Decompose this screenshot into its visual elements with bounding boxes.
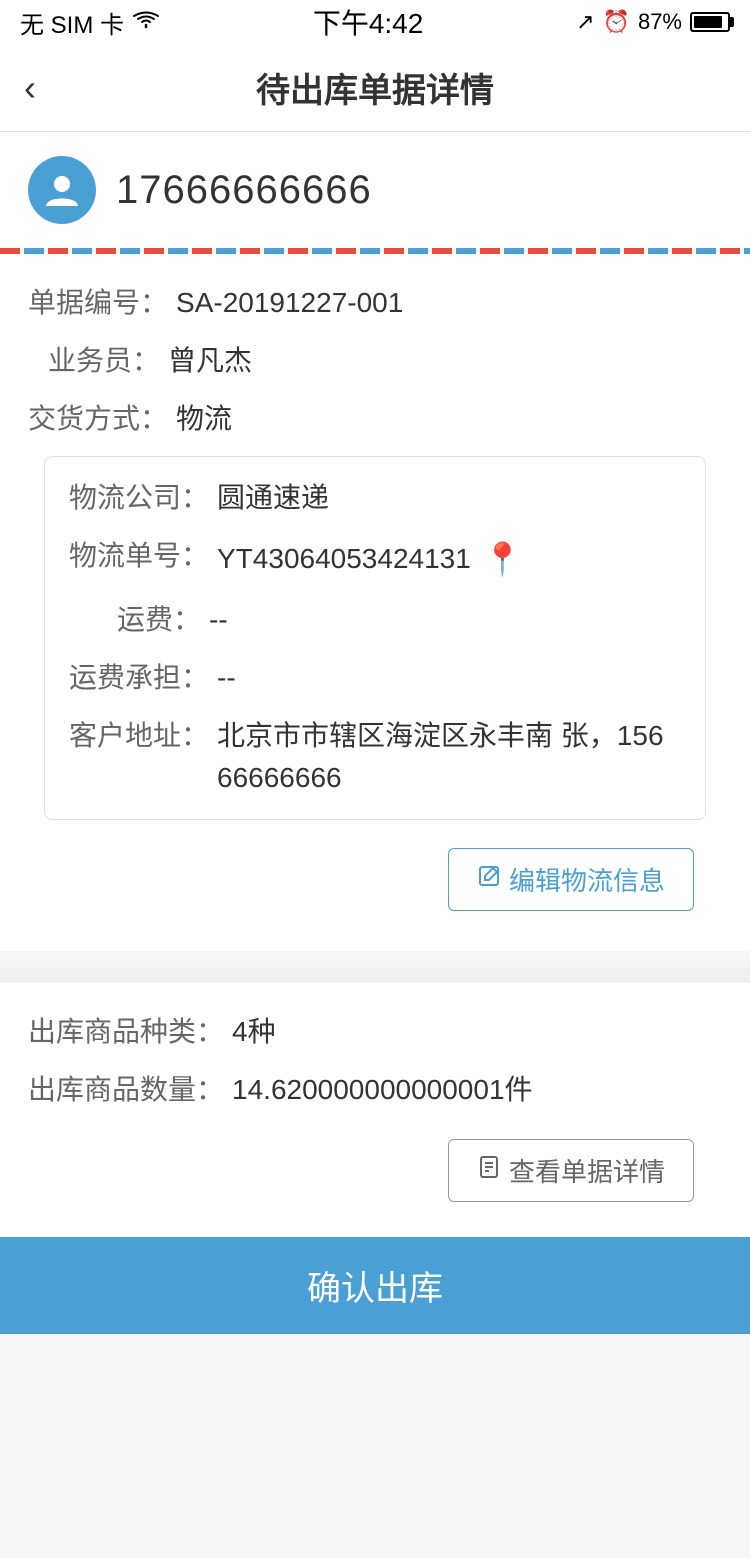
confirm-button[interactable]: 确认出库 (0, 1261, 750, 1310)
view-details-button[interactable]: 查看单据详情 (448, 1139, 694, 1202)
basic-info-section: 单据编号： SA-20191227-001 业务员： 曾凡杰 交货方式： 物流 … (0, 254, 750, 951)
freight-label: 运费： (69, 599, 209, 641)
freight-bearer-row: 运费承担： -- (69, 657, 681, 699)
edit-icon (477, 864, 501, 895)
edit-logistics-button[interactable]: 编辑物流信息 (448, 848, 694, 911)
salesman-value: 曾凡杰 (168, 340, 722, 382)
status-bar: 无 SIM 卡 下午4:42 ↗ ⏰ 87% (0, 0, 750, 44)
tracking-number-value: YT43064053424131 (217, 538, 471, 580)
carrier-text: 无 SIM 卡 (20, 5, 124, 40)
address-label: 客户地址： (69, 715, 217, 757)
customer-section: 17666666666 (0, 132, 750, 248)
avatar (28, 156, 96, 224)
customer-phone: 17666666666 (116, 168, 372, 213)
location-status-icon: ↗ (576, 9, 594, 35)
address-value: 北京市市辖区海淀区永丰南 张，156 66666666 (217, 715, 681, 799)
wifi-icon (132, 8, 160, 36)
alarm-icon: ⏰ (603, 9, 630, 35)
salesman-label: 业务员： (28, 340, 168, 382)
document-icon (477, 1155, 501, 1186)
delivery-method-label: 交货方式： (28, 398, 176, 440)
status-carrier: 无 SIM 卡 (20, 5, 160, 40)
logistics-box: 物流公司： 圆通速递 物流单号： YT43064053424131 📍 运费： … (44, 456, 706, 820)
tracking-number-label: 物流单号： (69, 535, 217, 577)
back-button[interactable]: ‹ (24, 67, 36, 109)
section-divider (0, 967, 750, 983)
tracking-location-icon[interactable]: 📍 (483, 535, 523, 583)
logistics-company-value: 圆通速递 (217, 477, 681, 519)
freight-value: -- (209, 599, 681, 641)
status-icons: ↗ ⏰ 87% (576, 9, 730, 35)
order-number-value: SA-20191227-001 (176, 282, 722, 324)
goods-section: 出库商品种类： 4种 出库商品数量： 14.620000000000001件 查… (0, 983, 750, 1242)
view-details-label: 查看单据详情 (509, 1152, 665, 1189)
logistics-company-label: 物流公司： (69, 477, 217, 519)
delivery-method-value: 物流 (176, 398, 722, 440)
status-time: 下午4:42 (313, 2, 424, 42)
goods-types-row: 出库商品种类： 4种 (28, 1011, 722, 1053)
tracking-number-container: YT43064053424131 📍 (217, 535, 681, 583)
goods-quantity-value: 14.620000000000001件 (232, 1069, 722, 1111)
order-number-label: 单据编号： (28, 282, 176, 324)
battery-percent: 87% (638, 9, 682, 35)
delivery-method-row: 交货方式： 物流 (28, 398, 722, 440)
address-row: 客户地址： 北京市市辖区海淀区永丰南 张，156 66666666 (69, 715, 681, 799)
freight-bearer-value: -- (217, 657, 681, 699)
salesman-row: 业务员： 曾凡杰 (28, 340, 722, 382)
logistics-company-row: 物流公司： 圆通速递 (69, 477, 681, 519)
freight-row: 运费： -- (69, 599, 681, 641)
edit-logistics-label: 编辑物流信息 (509, 861, 665, 898)
goods-quantity-label: 出库商品数量： (28, 1069, 232, 1111)
goods-types-value: 4种 (232, 1011, 722, 1053)
view-details-container: 查看单据详情 (28, 1127, 722, 1222)
page-title: 待出库单据详情 (256, 63, 494, 112)
freight-bearer-label: 运费承担： (69, 657, 217, 699)
battery-icon (690, 12, 730, 32)
goods-types-label: 出库商品种类： (28, 1011, 232, 1053)
order-number-row: 单据编号： SA-20191227-001 (28, 282, 722, 324)
tracking-number-row: 物流单号： YT43064053424131 📍 (69, 535, 681, 583)
goods-quantity-row: 出库商品数量： 14.620000000000001件 (28, 1069, 722, 1111)
nav-bar: ‹ 待出库单据详情 (0, 44, 750, 132)
confirm-btn-container: 确认出库 (0, 1237, 750, 1334)
edit-btn-container: 编辑物流信息 (28, 836, 722, 931)
